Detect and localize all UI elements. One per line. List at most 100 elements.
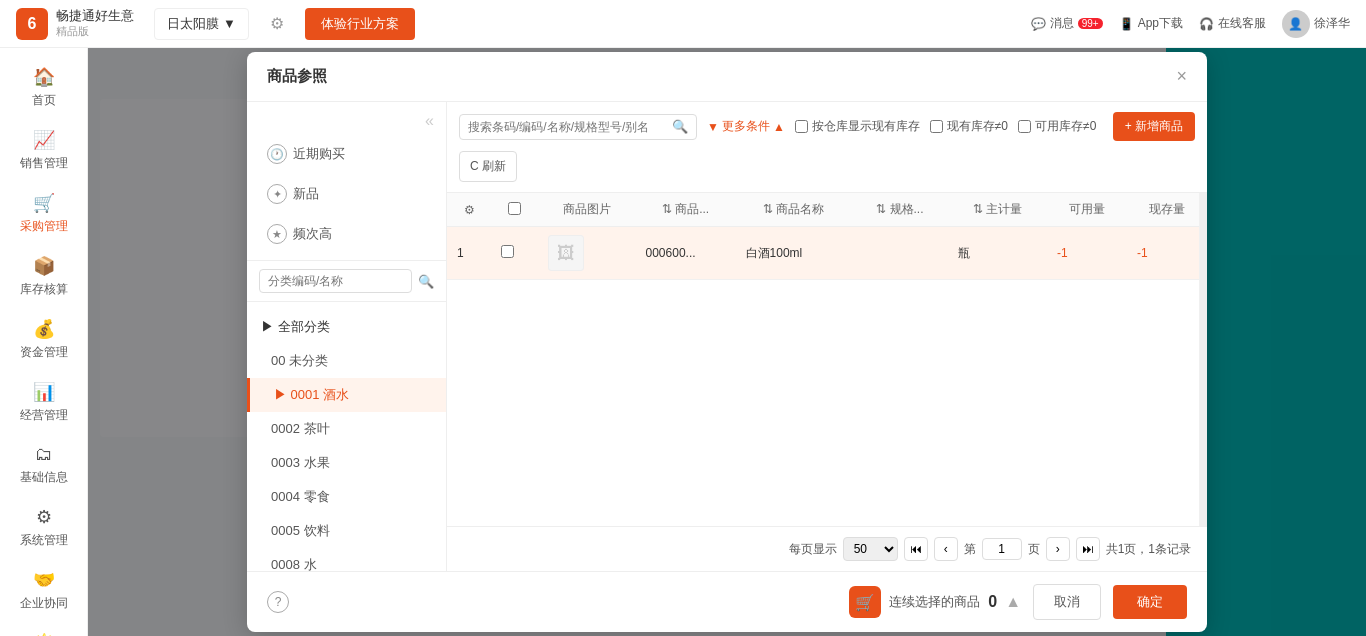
- category-all[interactable]: ▶ 全部分类: [247, 310, 446, 344]
- category-search-icon[interactable]: 🔍: [418, 274, 434, 289]
- row-checkbox[interactable]: [501, 245, 514, 258]
- sidebar-item-inventory[interactable]: 📦 库存核算: [0, 245, 87, 308]
- trial-btn[interactable]: 体验行业方案: [305, 8, 415, 40]
- checkbox-available-stock-text: 可用库存≠0: [1035, 118, 1096, 135]
- dialog-close-btn[interactable]: ×: [1176, 66, 1187, 87]
- col-code[interactable]: ⇅ 商品...: [636, 193, 736, 227]
- help-icon[interactable]: ?: [267, 591, 289, 613]
- dialog-title: 商品参照: [267, 67, 327, 86]
- category-beverage-label: 0005 饮料: [271, 523, 330, 538]
- quick-new-product[interactable]: ✦ 新品: [259, 178, 434, 210]
- per-page-select[interactable]: 50 10 20 100: [843, 537, 898, 561]
- row-code-cell: 000600...: [636, 227, 736, 280]
- message-item[interactable]: 💬 消息 99+: [1031, 15, 1103, 32]
- dialog-overlay: 商品参照 × « 🕐 近期购买: [88, 48, 1366, 636]
- confirm-btn[interactable]: 确定: [1113, 585, 1187, 619]
- checkbox-warehouse[interactable]: [795, 120, 808, 133]
- sidebar-item-sales[interactable]: 📈 销售管理: [0, 119, 87, 182]
- sidebar-item-operations[interactable]: 📊 经营管理: [0, 371, 87, 434]
- checkbox-available-stock-label[interactable]: 可用库存≠0: [1018, 118, 1096, 135]
- system-icon: ⚙: [36, 506, 52, 528]
- first-page-btn[interactable]: ⏮: [904, 537, 928, 561]
- checkbox-current-stock-text: 现有库存≠0: [947, 118, 1008, 135]
- table-row[interactable]: 1 🖼 000600... 白酒100ml 瓶: [447, 227, 1207, 280]
- online-service-item[interactable]: 🎧 在线客服: [1199, 15, 1266, 32]
- store-selector[interactable]: 日太阳膜 ▼: [154, 8, 249, 40]
- home-icon: 🏠: [33, 66, 55, 88]
- checkbox-current-stock-label[interactable]: 现有库存≠0: [930, 118, 1008, 135]
- sidebar-item-home[interactable]: 🏠 首页: [0, 56, 87, 119]
- col-settings[interactable]: ⚙: [447, 193, 491, 227]
- sidebar-item-basicinfo[interactable]: 🗂 基础信息: [0, 434, 87, 496]
- cart-icon[interactable]: 🛒: [849, 586, 881, 618]
- row-checkbox-cell[interactable]: [491, 227, 538, 280]
- category-alcohol[interactable]: ▶ 0001 酒水: [247, 378, 446, 412]
- cart-collapse-icon[interactable]: ▲: [1005, 593, 1021, 611]
- col-checkbox: [491, 193, 538, 227]
- product-search-box: 🔍: [459, 114, 697, 140]
- cancel-btn[interactable]: 取消: [1033, 584, 1101, 620]
- logo-text-area: 畅捷通好生意 精品版: [56, 8, 134, 39]
- prev-page-btn[interactable]: ‹: [934, 537, 958, 561]
- sidebar-item-purchase[interactable]: 🛒 采购管理: [0, 182, 87, 245]
- current-page-input[interactable]: [982, 538, 1022, 560]
- category-search-input[interactable]: [259, 269, 412, 293]
- product-table: ⚙ 商品图片 ⇅ 商品... ⇅ 商品名称 ⇅ 规格... ⇅ 主计量 可用量: [447, 193, 1207, 280]
- refresh-btn[interactable]: C 刷新: [459, 151, 517, 182]
- message-badge: 99+: [1078, 18, 1103, 29]
- category-fruit[interactable]: 0003 水果: [247, 446, 446, 480]
- quick-new-label: 新品: [293, 185, 319, 203]
- row-index: 1: [447, 227, 491, 280]
- sidebar-item-guide[interactable]: 🌟 新手引导: [0, 622, 87, 636]
- filter-more-label: 更多条件: [722, 118, 770, 135]
- category-unclassified[interactable]: 00 未分类: [247, 344, 446, 378]
- enterprise-icon: 🤝: [33, 569, 55, 591]
- category-water[interactable]: 0008 水: [247, 548, 446, 571]
- last-page-btn[interactable]: ⏭: [1076, 537, 1100, 561]
- category-water-label: 0008 水: [271, 557, 317, 571]
- sidebar-item-basicinfo-label: 基础信息: [20, 469, 68, 486]
- inventory-icon: 📦: [33, 255, 55, 277]
- col-unit[interactable]: ⇅ 主计量: [948, 193, 1047, 227]
- checkbox-warehouse-label[interactable]: 按仓库显示现有库存: [795, 118, 920, 135]
- col-name[interactable]: ⇅ 商品名称: [736, 193, 852, 227]
- category-all-label: ▶ 全部分类: [261, 318, 330, 336]
- operations-icon: 📊: [33, 381, 55, 403]
- sidebar-item-sales-label: 销售管理: [20, 155, 68, 172]
- next-page-btn[interactable]: ›: [1046, 537, 1070, 561]
- settings-icon[interactable]: ⚙: [261, 8, 293, 40]
- product-search-icon[interactable]: 🔍: [672, 119, 688, 134]
- top-nav: 6 畅捷通好生意 精品版 日太阳膜 ▼ ⚙ 体验行业方案 💬 消息 99+ 📱 …: [0, 0, 1366, 48]
- category-snack-label: 0004 零食: [271, 489, 330, 504]
- add-product-btn[interactable]: + 新增商品: [1113, 112, 1195, 141]
- quick-recent-label: 近期购买: [293, 145, 345, 163]
- category-unclassified-label: 00 未分类: [271, 353, 328, 368]
- logo-sub: 精品版: [56, 24, 134, 39]
- user-item[interactable]: 👤 徐泽华: [1282, 10, 1350, 38]
- product-search-input[interactable]: [468, 115, 668, 139]
- sidebar-item-system[interactable]: ⚙ 系统管理: [0, 496, 87, 559]
- left-panel: « 🕐 近期购买 ✦ 新品 ★: [247, 102, 447, 571]
- category-tea[interactable]: 0002 茶叶: [247, 412, 446, 446]
- select-all-checkbox[interactable]: [508, 202, 521, 215]
- sidebar-item-enterprise[interactable]: 🤝 企业协同: [0, 559, 87, 622]
- col-spec[interactable]: ⇅ 规格...: [852, 193, 948, 227]
- vertical-scrollbar[interactable]: [1199, 193, 1207, 526]
- quick-recent-purchase[interactable]: 🕐 近期购买: [259, 138, 434, 170]
- total-info: 共1页，1条记录: [1106, 541, 1191, 558]
- basicinfo-icon: 🗂: [35, 444, 53, 465]
- dialog-body: « 🕐 近期购买 ✦ 新品 ★: [247, 102, 1207, 571]
- sidebar-item-finance[interactable]: 💰 资金管理: [0, 308, 87, 371]
- checkbox-available-stock[interactable]: [1018, 120, 1031, 133]
- main-layout: 🏠 首页 📈 销售管理 🛒 采购管理 📦 库存核算 💰 资金管理 📊 经营管理 …: [0, 48, 1366, 636]
- dialog-header: 商品参照 ×: [247, 52, 1207, 102]
- filter-icon: ▼: [707, 120, 719, 134]
- checkbox-current-stock[interactable]: [930, 120, 943, 133]
- quick-high-freq[interactable]: ★ 频次高: [259, 218, 434, 250]
- app-download-item[interactable]: 📱 App下载: [1119, 15, 1183, 32]
- filter-more-btn[interactable]: ▼ 更多条件 ▲: [707, 118, 785, 135]
- left-panel-collapse-btn[interactable]: «: [425, 112, 434, 130]
- page-suffix: 页: [1028, 541, 1040, 558]
- category-beverage[interactable]: 0005 饮料: [247, 514, 446, 548]
- category-snack[interactable]: 0004 零食: [247, 480, 446, 514]
